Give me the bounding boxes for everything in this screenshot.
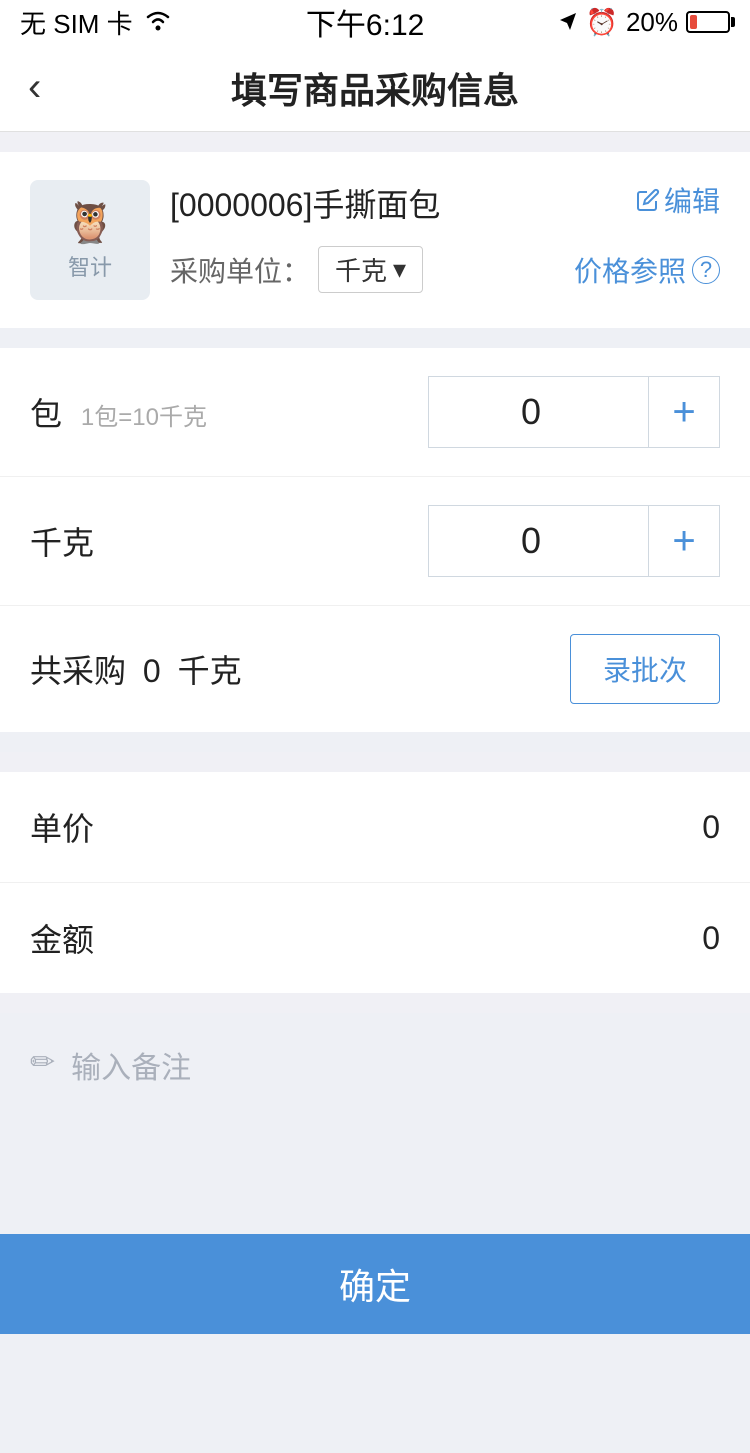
unit-value: 千克 bbox=[335, 251, 387, 288]
kg-label: 千克 bbox=[30, 525, 94, 561]
page-title: 填写商品采购信息 bbox=[231, 62, 519, 114]
divider-1 bbox=[0, 328, 750, 348]
amount-row: 金额 0 bbox=[0, 883, 750, 993]
amount-value: 0 bbox=[702, 920, 720, 957]
divider-2 bbox=[0, 732, 750, 752]
unit-select[interactable]: 千克 ▾ bbox=[318, 246, 423, 293]
unit-price-value: 0 bbox=[702, 809, 720, 846]
bag-plus-button[interactable]: + bbox=[648, 376, 720, 448]
confirm-button[interactable]: 确定 bbox=[0, 1234, 750, 1334]
back-button[interactable]: ‹ bbox=[28, 65, 41, 110]
status-bar-time: 下午6:12 bbox=[306, 0, 424, 44]
unit-label: 采购单位： bbox=[170, 250, 310, 290]
product-logo-owl: 🦉 bbox=[65, 199, 115, 246]
bag-input-section: 包 1包=10千克 + bbox=[0, 348, 750, 477]
bag-input[interactable] bbox=[428, 376, 648, 448]
bag-input-wrapper: + bbox=[428, 376, 720, 448]
price-ref-label: 价格参照 bbox=[574, 250, 686, 290]
product-card: 🦉 智计 [0000006]手撕面包 编辑 采购单位： 千克 ▾ bbox=[0, 152, 750, 328]
status-bar-right: ⏰ 20% bbox=[558, 7, 730, 38]
bag-input-row: 包 1包=10千克 + bbox=[0, 348, 750, 477]
amount-label: 金额 bbox=[30, 915, 94, 961]
pencil-icon: ✏ bbox=[30, 1045, 55, 1080]
kg-plus-button[interactable]: + bbox=[648, 505, 720, 577]
bag-sublabel: 1包=10千克 bbox=[81, 404, 207, 431]
chevron-down-icon: ▾ bbox=[393, 254, 406, 285]
notes-section[interactable]: ✏ 输入备注 bbox=[0, 1013, 750, 1153]
product-name: [0000006]手撕面包 bbox=[170, 180, 440, 226]
summary-text: 共采购 0 千克 bbox=[30, 646, 242, 692]
nav-bar: ‹ 填写商品采购信息 bbox=[0, 44, 750, 132]
confirm-btn-wrapper: 确定 bbox=[0, 1234, 750, 1334]
notes-placeholder: 输入备注 bbox=[71, 1043, 191, 1087]
edit-button[interactable]: 编辑 bbox=[636, 180, 720, 220]
unit-price-row: 单价 0 bbox=[0, 772, 750, 883]
batch-button[interactable]: 录批次 bbox=[570, 634, 720, 704]
price-ref-help-icon: ? bbox=[692, 256, 720, 284]
kg-input-section: 千克 + bbox=[0, 477, 750, 606]
location-icon bbox=[558, 7, 578, 38]
kg-input-row: 千克 + bbox=[0, 477, 750, 606]
carrier-text: 无 SIM 卡 bbox=[20, 4, 133, 41]
battery-icon bbox=[686, 11, 730, 33]
product-logo-text: 智计 bbox=[68, 250, 112, 282]
status-bar: 无 SIM 卡 下午6:12 ⏰ 20% bbox=[0, 0, 750, 44]
price-ref-button[interactable]: 价格参照 ? bbox=[574, 250, 720, 290]
battery-percent: 20% bbox=[626, 7, 678, 38]
kg-input-wrapper: + bbox=[428, 505, 720, 577]
summary-row: 共采购 0 千克 录批次 bbox=[0, 606, 750, 732]
status-bar-left: 无 SIM 卡 bbox=[20, 4, 173, 41]
wifi-icon bbox=[143, 7, 173, 38]
alarm-icon: ⏰ bbox=[586, 7, 618, 38]
bag-label: 包 bbox=[30, 396, 62, 432]
product-info: [0000006]手撕面包 编辑 采购单位： 千克 ▾ 价格参照 ? bbox=[170, 180, 720, 293]
info-section: 单价 0 金额 0 bbox=[0, 772, 750, 993]
kg-input[interactable] bbox=[428, 505, 648, 577]
product-image: 🦉 智计 bbox=[30, 180, 150, 300]
unit-price-label: 单价 bbox=[30, 804, 94, 850]
